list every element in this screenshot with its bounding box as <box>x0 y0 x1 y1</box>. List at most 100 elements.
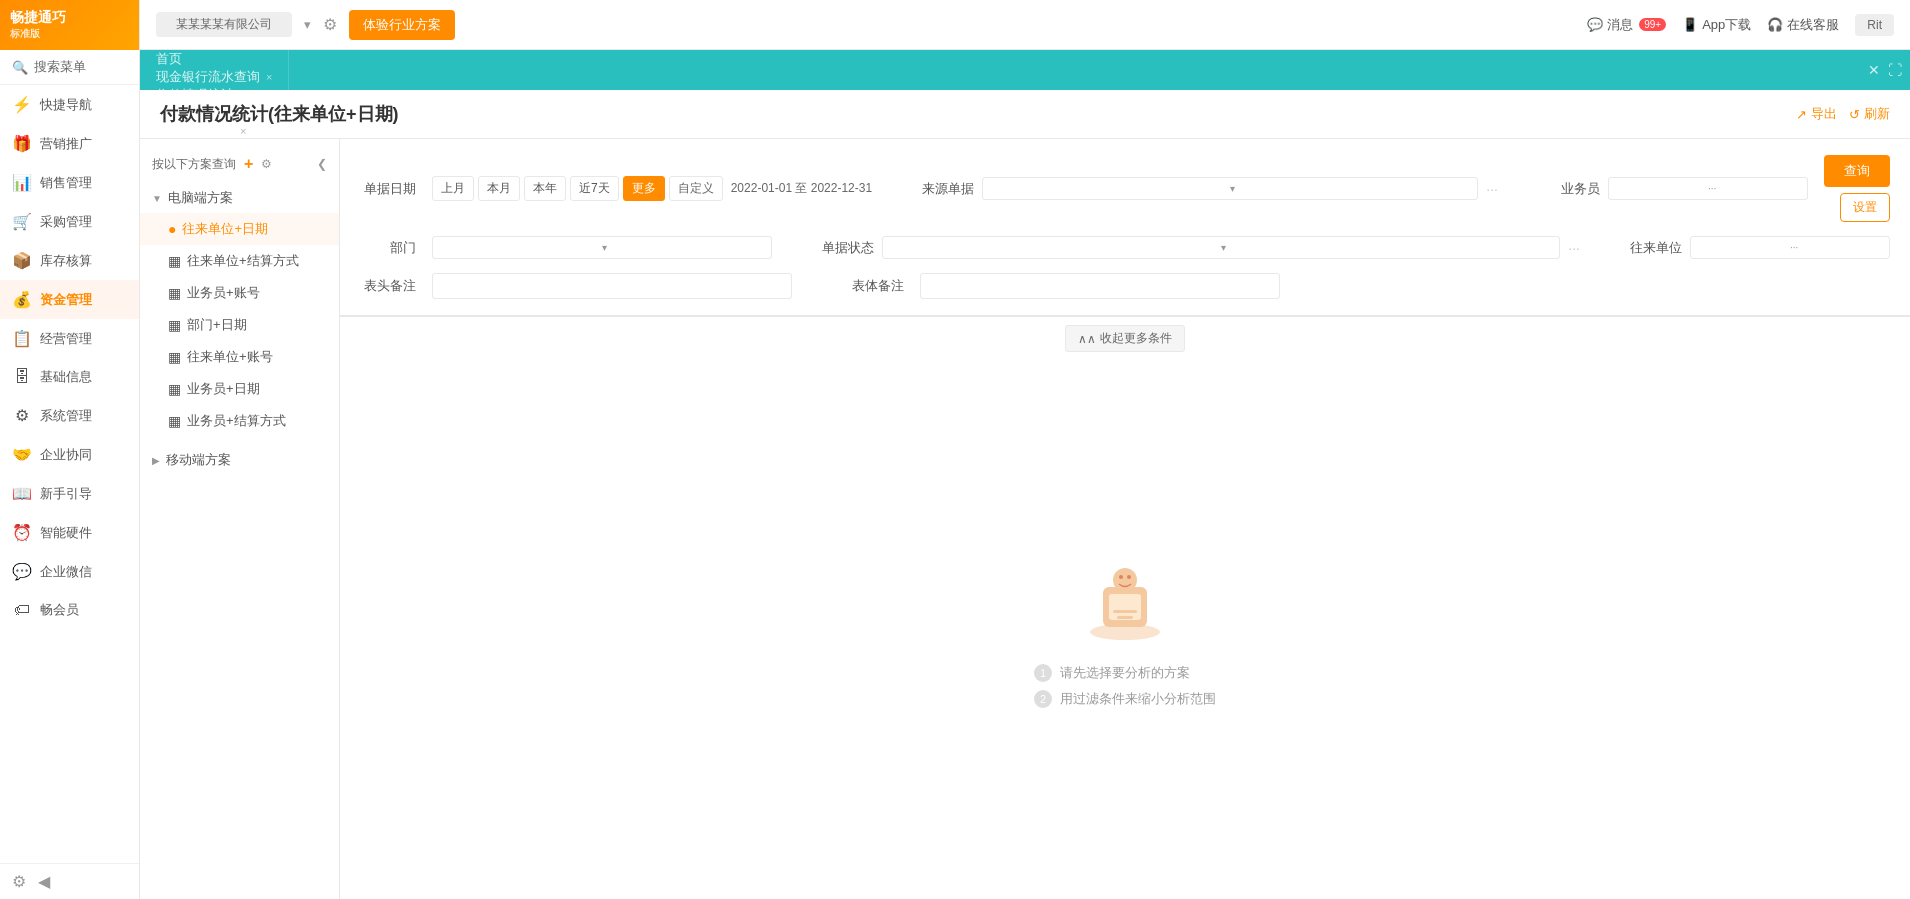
maximize-window-btn[interactable]: ⛶ <box>1888 62 1902 78</box>
body-note-input[interactable] <box>920 273 1280 299</box>
panel-header-label: 按以下方案查询 <box>152 156 236 173</box>
scheme-item-label-salesman-settle: 业务员+结算方式 <box>187 412 286 430</box>
scheme-item-label-salesman-account: 业务员+账号 <box>187 284 260 302</box>
collapse-more-btn[interactable]: ∧∧ 收起更多条件 <box>1065 325 1185 352</box>
dept-select[interactable]: ▾ <box>432 236 772 259</box>
topbar: 某某某某有限公司 ▾ ⚙ 体验行业方案 💬 消息 99+ 📱 App下载 🎧 在… <box>140 0 1910 50</box>
salesman-select[interactable]: ··· <box>1608 177 1808 200</box>
left-panel: 按以下方案查询 + ⚙ ❮ ▼电脑端方案●往来单位+日期▦往来单位+结算方式▦业… <box>140 139 340 899</box>
sidebar-item-quick-nav[interactable]: ⚡快捷导航 <box>0 85 139 124</box>
voucher-status-arrow-icon: ▾ <box>1221 242 1549 253</box>
scheme-item-salesman-date[interactable]: ▦业务员+日期 <box>140 373 339 405</box>
date-btn-this-year[interactable]: 本年 <box>524 176 566 201</box>
scheme-group-title-mobile[interactable]: ▶移动端方案 <box>140 445 339 475</box>
scheme-item-salesman-settle[interactable]: ▦ 业务员+结算方式 <box>140 405 339 437</box>
scheme-setting-btn[interactable]: ⚙ <box>261 157 272 171</box>
voucher-status-select[interactable]: ▾ <box>882 236 1560 259</box>
sidebar-label-quick-nav: 快捷导航 <box>40 96 92 114</box>
left-panel-collapse-btn[interactable]: ❮ <box>317 157 327 171</box>
scheme-item-partner-account[interactable]: ▦往来单位+账号 <box>140 341 339 373</box>
search-menu[interactable]: 🔍 搜索菜单 <box>0 50 139 85</box>
user-profile-btn[interactable]: Rit <box>1855 14 1894 36</box>
filter-settings-btn[interactable]: 设置 <box>1840 193 1890 222</box>
scheme-item-icon-salesman-settle: ▦ <box>168 413 181 429</box>
scheme-group-title-desktop[interactable]: ▼电脑端方案 <box>140 183 339 213</box>
date-btn-custom[interactable]: 自定义 <box>669 176 723 201</box>
sidebar-item-basic[interactable]: 🗄基础信息 <box>0 358 139 396</box>
sidebar: 畅捷通巧 标准版 🔍 搜索菜单 ⚡快捷导航🎁营销推广📊销售管理🛒采购管理📦库存核… <box>0 0 140 899</box>
tab-close-payment-stats[interactable]: × <box>240 125 246 137</box>
tab-close-bank-flow[interactable]: × <box>266 71 272 83</box>
source-dots[interactable]: ··· <box>1486 181 1498 197</box>
query-group: 查询 设置 <box>1824 155 1890 222</box>
empty-tips: 1 请先选择要分析的方案 2 用过滤条件来缩小分析范围 <box>1034 664 1216 708</box>
close-window-btn[interactable]: ✕ <box>1868 62 1880 78</box>
group-arrow-mobile: ▶ <box>152 455 160 466</box>
collapse-icon[interactable]: ◀ <box>38 872 50 891</box>
scheme-item-dept-date[interactable]: ▦部门+日期 <box>140 309 339 341</box>
sidebar-item-system[interactable]: ⚙系统管理 <box>0 396 139 435</box>
topbar-profile[interactable]: 某某某某有限公司 <box>156 12 292 37</box>
scheme-item-partner-date[interactable]: ●往来单位+日期 <box>140 213 339 245</box>
sidebar-icon-hardware: ⏰ <box>12 523 32 542</box>
source-select[interactable]: ▾ <box>982 177 1478 200</box>
date-btn-more[interactable]: 更多 <box>623 176 665 201</box>
date-buttons: 上月 本月 本年 近7天 更多 自定义 2022-01-01 至 2022-12… <box>432 176 872 201</box>
scheme-item-partner-settle[interactable]: ▦往来单位+结算方式 <box>140 245 339 277</box>
page-actions: ↗ 导出 ↺ 刷新 <box>1796 105 1890 123</box>
empty-state: 1 请先选择要分析的方案 2 用过滤条件来缩小分析范围 <box>340 360 1910 899</box>
voucher-status-dots[interactable]: ··· <box>1568 240 1580 256</box>
tab-label-home: 首页 <box>156 50 182 68</box>
date-btn-last-month[interactable]: 上月 <box>432 176 474 201</box>
date-btn-7days[interactable]: 近7天 <box>570 176 619 201</box>
filter-area: 单据日期 上月 本月 本年 近7天 更多 自定义 2022-01-01 至 20… <box>340 139 1910 316</box>
dept-arrow-icon: ▾ <box>602 242 761 253</box>
sidebar-item-purchase[interactable]: 🛒采购管理 <box>0 202 139 241</box>
sidebar-item-business[interactable]: 📋经营管理 <box>0 319 139 358</box>
svg-point-4 <box>1119 575 1123 579</box>
sidebar-item-marketing[interactable]: 🎁营销推广 <box>0 124 139 163</box>
sidebar-item-inventory[interactable]: 📦库存核算 <box>0 241 139 280</box>
window-btns: ✕ ⛶ <box>1860 50 1910 90</box>
sidebar-icon-member: 🏷 <box>12 601 32 619</box>
export-btn[interactable]: ↗ 导出 <box>1796 105 1837 123</box>
partner-dots[interactable]: ··· <box>1790 242 1879 253</box>
topbar-dropdown-arrow[interactable]: ▾ <box>304 17 311 32</box>
sidebar-item-member[interactable]: 🏷 畅会员 <box>0 591 139 629</box>
query-btn[interactable]: 查询 <box>1824 155 1890 187</box>
sidebar-item-hardware[interactable]: ⏰ 智能硬件 <box>0 513 139 552</box>
sidebar-icon-business: 📋 <box>12 329 32 348</box>
app-download-btn[interactable]: 📱 App下载 <box>1682 16 1751 34</box>
partner-select[interactable]: ··· <box>1690 236 1890 259</box>
panel-header: 按以下方案查询 + ⚙ ❮ <box>140 149 339 179</box>
tab-close-new-scheme[interactable]: × <box>214 107 220 119</box>
sidebar-label-hardware: 智能硬件 <box>40 524 92 542</box>
date-btn-this-month[interactable]: 本月 <box>478 176 520 201</box>
tabs: 首页现金银行流水查询×收款情况统计×新建方案×付款情况统计× <box>140 50 289 90</box>
refresh-btn[interactable]: ↺ 刷新 <box>1849 105 1890 123</box>
content-area: 按以下方案查询 + ⚙ ❮ ▼电脑端方案●往来单位+日期▦往来单位+结算方式▦业… <box>140 139 1910 899</box>
scheme-item-salesman-account[interactable]: ▦业务员+账号 <box>140 277 339 309</box>
message-btn[interactable]: 💬 消息 99+ <box>1587 16 1666 34</box>
topbar-actions: 💬 消息 99+ 📱 App下载 🎧 在线客服 Rit <box>1587 14 1894 36</box>
scheme-item-label-partner-date: 往来单位+日期 <box>182 220 268 238</box>
sidebar-label-sales: 销售管理 <box>40 174 92 192</box>
sidebar-item-wechat[interactable]: 💬企业微信 <box>0 552 139 591</box>
tab-close-receipt-stats[interactable]: × <box>240 89 246 101</box>
trial-button[interactable]: 体验行业方案 <box>349 10 455 40</box>
sidebar-item-enterprise[interactable]: 🤝企业协同 <box>0 435 139 474</box>
add-scheme-btn[interactable]: + <box>244 155 253 173</box>
sidebar-item-sales[interactable]: 📊销售管理 <box>0 163 139 202</box>
tab-bank-flow[interactable]: 现金银行流水查询× <box>140 68 289 86</box>
empty-illustration <box>1075 552 1175 652</box>
message-badge: 99+ <box>1639 18 1666 31</box>
settings-icon[interactable]: ⚙ <box>12 872 26 891</box>
tab-home[interactable]: 首页 <box>140 50 289 68</box>
header-note-input[interactable] <box>432 273 792 299</box>
sidebar-label-member: 畅会员 <box>40 601 79 619</box>
sidebar-item-guide[interactable]: 📖新手引导 <box>0 474 139 513</box>
sidebar-icon-guide: 📖 <box>12 484 32 503</box>
topbar-gear-icon[interactable]: ⚙ <box>323 15 337 34</box>
sidebar-item-finance[interactable]: 💰资金管理 <box>0 280 139 319</box>
online-service-btn[interactable]: 🎧 在线客服 <box>1767 16 1839 34</box>
